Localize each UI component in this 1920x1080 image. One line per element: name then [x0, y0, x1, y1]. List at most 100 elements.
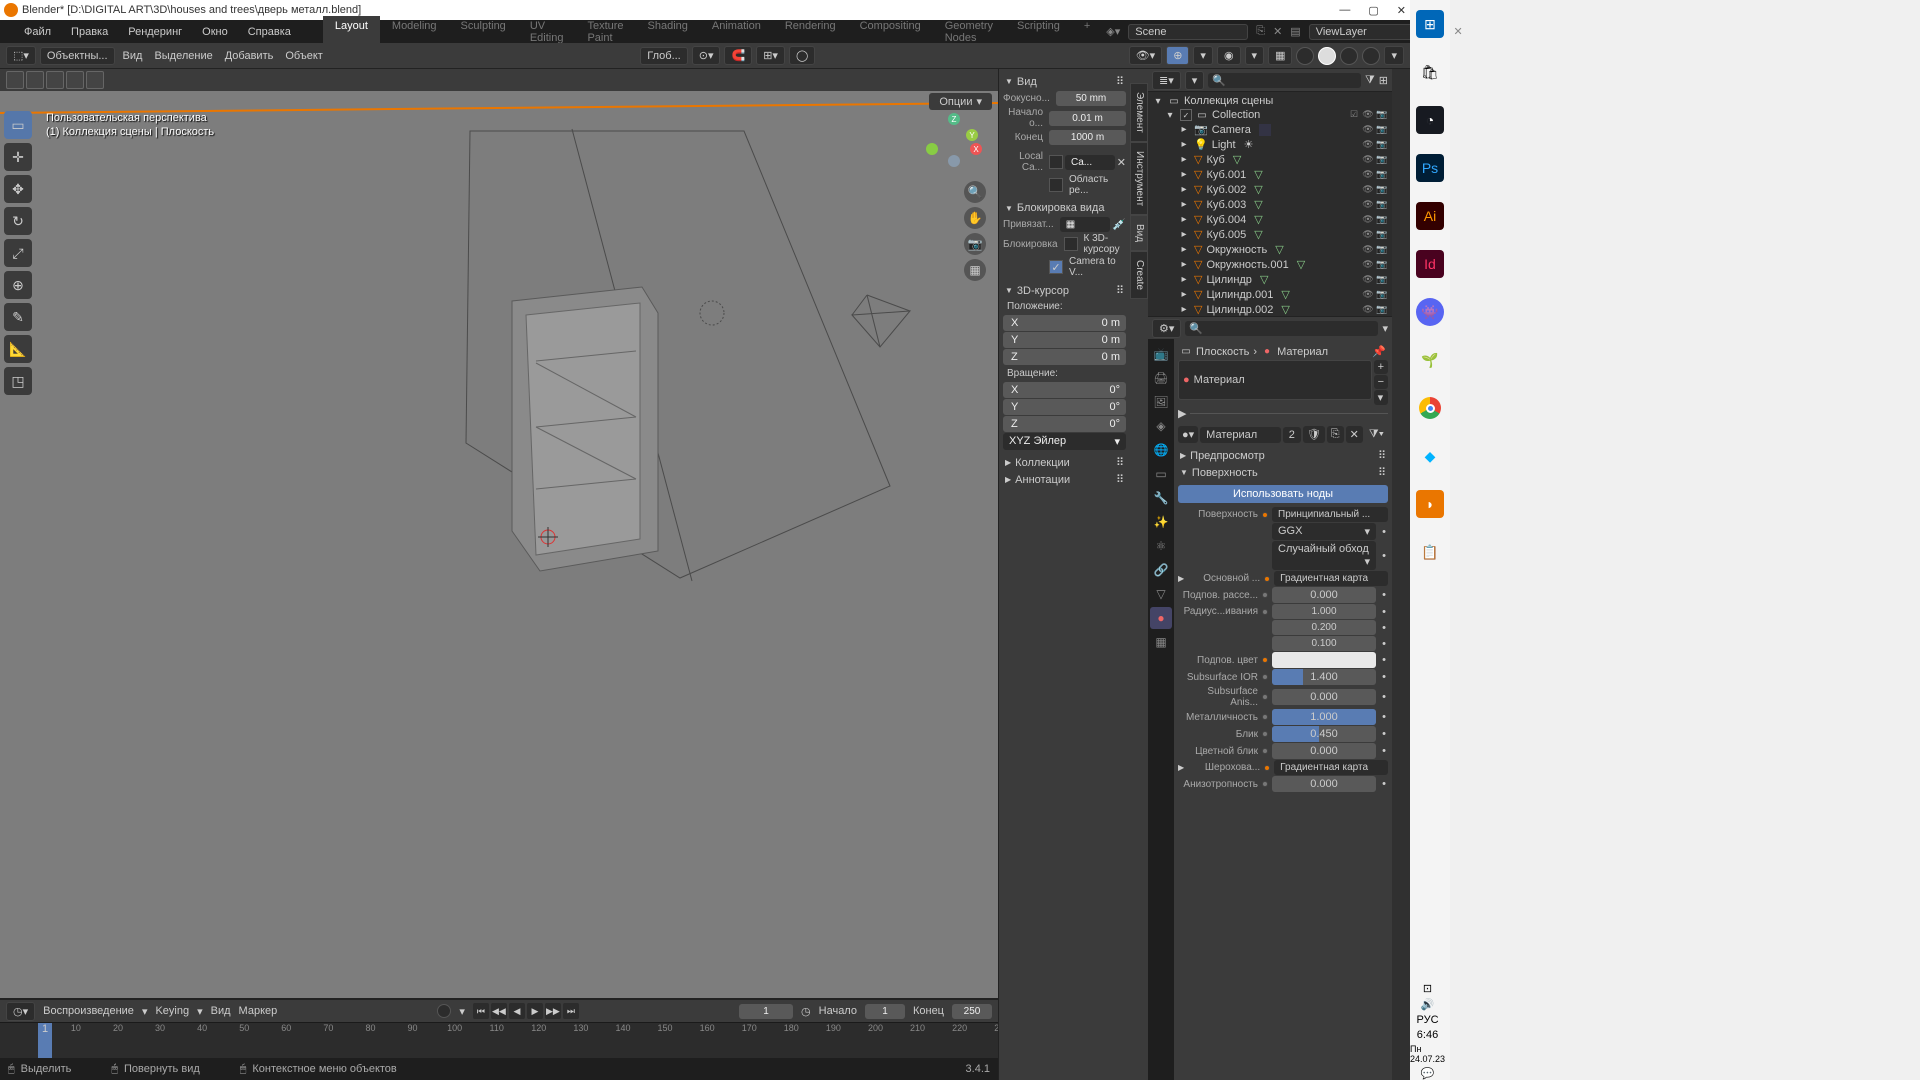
focal-length-input[interactable]: 50 mm	[1056, 91, 1126, 106]
metallic-slider[interactable]: 1.000	[1272, 709, 1376, 725]
mat-nodetree[interactable]: ⧩▾	[1365, 426, 1388, 443]
prev-key[interactable]: ◀◀	[491, 1003, 507, 1019]
rot-mode-dropdown[interactable]: XYZ Эйлер▾	[1003, 433, 1126, 450]
tl-menu-marker[interactable]: Маркер	[239, 1005, 278, 1017]
steam-icon[interactable]: ◔	[1416, 106, 1444, 134]
tl-menu-view[interactable]: Вид	[211, 1005, 231, 1017]
material-slot-list[interactable]: ●Материал	[1178, 360, 1372, 400]
mat-users[interactable]: 2	[1283, 427, 1301, 443]
localcam-input[interactable]: Ca...	[1065, 155, 1115, 170]
blender-taskbar-icon[interactable]: ◗	[1416, 490, 1444, 518]
base-color-link[interactable]: Градиентная карта	[1274, 571, 1388, 586]
eye-icon[interactable]: 👁	[1362, 184, 1374, 196]
outliner-item[interactable]: ▸▽Цилиндр▽👁📷	[1150, 272, 1390, 287]
cam-icon[interactable]: 📷	[1376, 289, 1388, 301]
n-tab-create[interactable]: Create	[1130, 251, 1148, 299]
outliner-display-dropdown[interactable]: ▾	[1185, 71, 1205, 90]
mat-unlink[interactable]: ✕	[1346, 426, 1363, 443]
cam-icon[interactable]: 📷	[1376, 139, 1388, 151]
outliner-item[interactable]: ▸▽Окружность.001▽👁📷	[1150, 257, 1390, 272]
menu-help[interactable]: Справка	[240, 26, 299, 38]
panel-cursor-header[interactable]: ▼3D-курсор⠿	[1003, 282, 1126, 299]
nav-pan[interactable]: ✋	[964, 207, 986, 229]
tab-constraint-icon[interactable]: 🔗	[1150, 559, 1172, 581]
panel-collections-header[interactable]: ▶Коллекции⠿	[1003, 454, 1126, 471]
eye-icon[interactable]: 👁	[1362, 229, 1374, 241]
shading-dropdown[interactable]: ▾	[1384, 46, 1404, 65]
shading-matprev[interactable]	[1340, 47, 1358, 65]
menu-object[interactable]: Объект	[281, 50, 326, 62]
tab-material-icon[interactable]: ●	[1150, 607, 1172, 629]
props-opts-icon[interactable]: ▾	[1382, 322, 1388, 335]
lang-label[interactable]: РУС	[1417, 1014, 1439, 1026]
distribution-dropdown[interactable]: GGX▾	[1272, 523, 1376, 540]
eye-icon[interactable]: 👁	[1362, 109, 1374, 121]
cam-icon[interactable]: 📷	[1376, 304, 1388, 316]
excl-icon[interactable]: ☑	[1348, 109, 1360, 121]
panel-view-header[interactable]: ▼Вид⠿	[1003, 73, 1126, 90]
snap-dropdown[interactable]: ⊞▾	[756, 46, 785, 65]
panel-preview[interactable]: ▶Предпросмотр⠿	[1178, 447, 1388, 464]
overlay-dropdown[interactable]: ▾	[1245, 46, 1265, 65]
nav-zoom[interactable]: 🔍	[964, 181, 986, 203]
outliner-item[interactable]: ▸▽Куб.005▽👁📷	[1150, 227, 1390, 242]
mat-expand[interactable]: ▶	[1178, 407, 1186, 420]
tool-move[interactable]: ✥	[4, 175, 32, 203]
outliner-filter-icon[interactable]: ⧩	[1365, 74, 1375, 87]
props-search[interactable]: 🔍	[1185, 321, 1378, 336]
clip-end-input[interactable]: 1000 m	[1049, 130, 1126, 145]
cursor-y[interactable]: Y0 m	[1003, 332, 1126, 348]
menu-edit[interactable]: Правка	[63, 26, 116, 38]
localcam-x[interactable]: ✕	[1117, 156, 1126, 169]
indesign-icon[interactable]: Id	[1416, 250, 1444, 278]
nav-persp[interactable]: ▦	[964, 259, 986, 281]
ior-slider[interactable]: 1.400	[1272, 669, 1376, 685]
mat-new[interactable]: ⎘	[1327, 426, 1344, 443]
outliner-item[interactable]: ▸▽Куб.002▽👁📷	[1150, 182, 1390, 197]
select-all-btn[interactable]	[6, 71, 24, 89]
snap-toggle[interactable]: 🧲	[724, 46, 752, 65]
subsurf-color-swatch[interactable]	[1272, 652, 1376, 668]
playhead[interactable]: 1	[38, 1023, 52, 1058]
props-editor-dropdown[interactable]: ⚙▾	[1152, 319, 1181, 338]
eye-icon[interactable]: 👁	[1362, 259, 1374, 271]
outliner-tree[interactable]: ▾▭Коллекция сцены ▾✓▭Collection☑👁📷 ▸📷Cam…	[1148, 92, 1392, 316]
cam-icon[interactable]: 📷	[1376, 109, 1388, 121]
tool-scale[interactable]: ⤢	[4, 239, 32, 267]
tab-world-icon[interactable]: 🌐	[1150, 439, 1172, 461]
tint-slider[interactable]: 0.000	[1272, 743, 1376, 759]
tab-render-icon[interactable]: 📺	[1150, 343, 1172, 365]
xray-toggle[interactable]: ▦	[1268, 46, 1292, 65]
radius-z[interactable]: 0.100	[1272, 636, 1376, 651]
panel-lock-header[interactable]: ▼Блокировка вида	[1003, 200, 1126, 216]
eye-icon[interactable]: 👁	[1362, 154, 1374, 166]
viewlayer-icon[interactable]: ▤	[1290, 25, 1300, 38]
cam-icon[interactable]: 📷	[1376, 154, 1388, 166]
gizmo-dropdown[interactable]: ▾	[1193, 46, 1213, 65]
vis-dropdown[interactable]: 👁▾	[1129, 46, 1163, 65]
outliner-item[interactable]: ▸▽Окружность▽👁📷	[1150, 242, 1390, 257]
cam-icon[interactable]: 📷	[1376, 199, 1388, 211]
menu-file[interactable]: Файл	[16, 26, 59, 38]
shading-solid[interactable]	[1318, 47, 1336, 65]
gizmo-toggle[interactable]: ⊕	[1166, 46, 1189, 65]
cam-icon[interactable]: 📷	[1376, 124, 1388, 136]
cam-icon[interactable]: 📷	[1376, 244, 1388, 256]
tool-select[interactable]: ▭	[4, 111, 32, 139]
coll-check[interactable]: ✓	[1180, 109, 1192, 121]
outliner-item[interactable]: ▸▽Куб▽👁📷	[1150, 152, 1390, 167]
aniso-slider[interactable]: 0.000	[1272, 776, 1376, 792]
select-none-btn[interactable]	[26, 71, 44, 89]
scene-del-icon[interactable]: ✕	[1273, 25, 1282, 38]
discord-icon[interactable]: 👾	[1416, 298, 1444, 326]
tab-texture-icon[interactable]: ▦	[1150, 631, 1172, 653]
next-key[interactable]: ▶▶	[545, 1003, 561, 1019]
eye-icon[interactable]: 👁	[1362, 244, 1374, 256]
tab-data-icon[interactable]: ▽	[1150, 583, 1172, 605]
mat-browse[interactable]: ●▾	[1178, 426, 1198, 443]
editor-type-dropdown[interactable]: ⬚▾	[6, 46, 36, 65]
tool-annotate[interactable]: ✎	[4, 303, 32, 331]
cam-icon[interactable]: 📷	[1376, 169, 1388, 181]
outliner-item[interactable]: ▸📷Camera👁📷	[1150, 122, 1390, 137]
eye-icon[interactable]: 👁	[1362, 124, 1374, 136]
